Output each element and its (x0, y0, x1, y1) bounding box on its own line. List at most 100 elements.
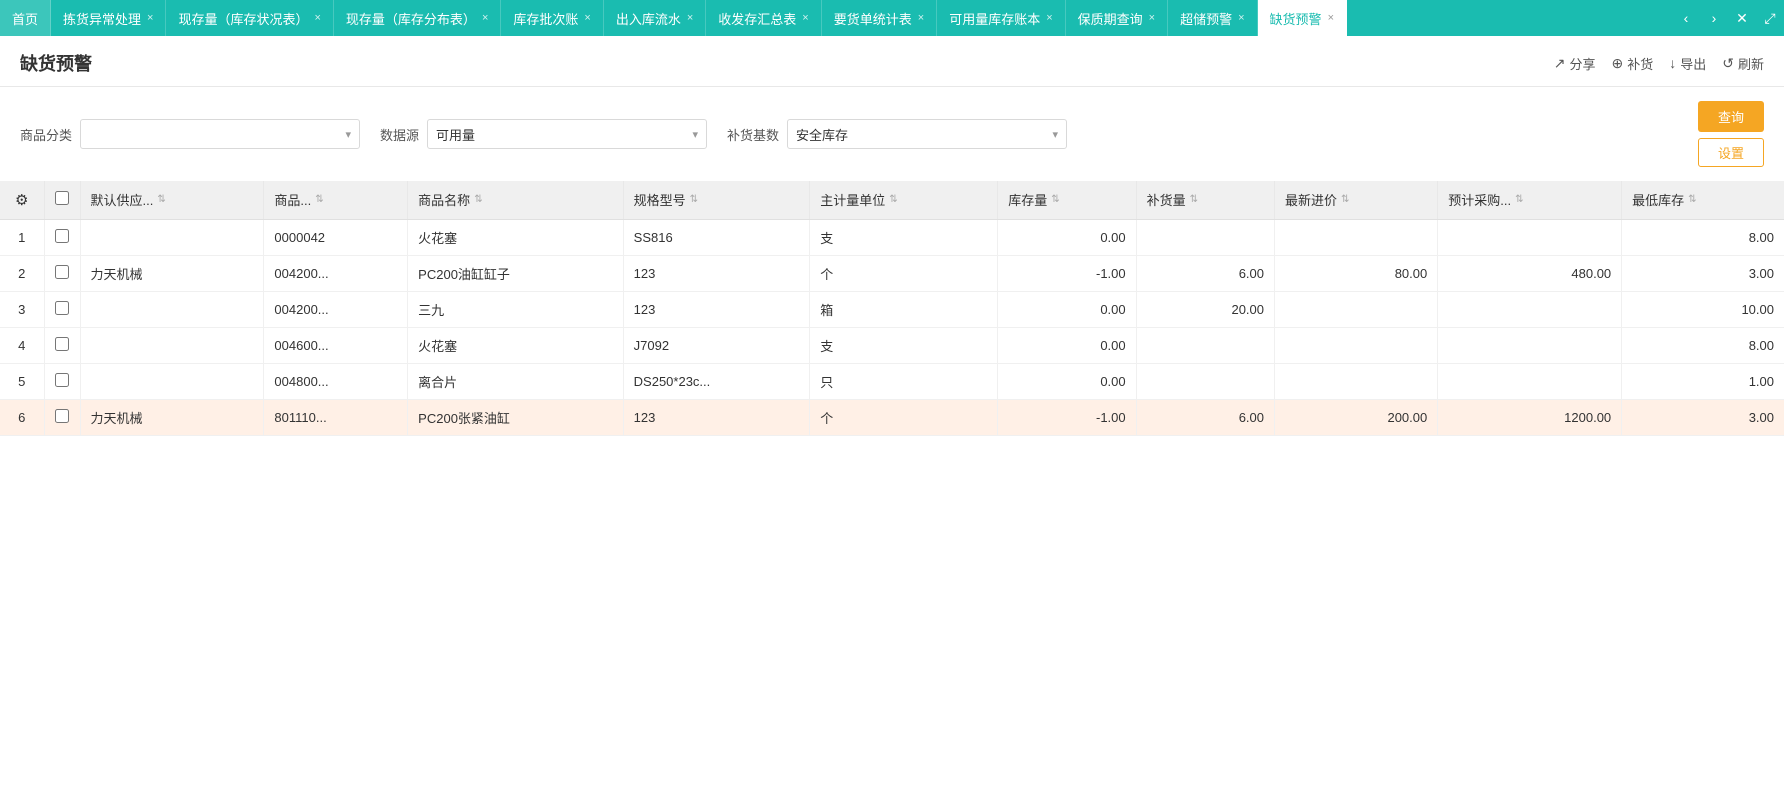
tab-label: 现存量（库存状况表） (178, 9, 308, 28)
row-latest-price (1275, 219, 1438, 255)
row-latest-price (1275, 327, 1438, 363)
row-checkbox[interactable] (55, 337, 69, 351)
tab-close-collect-summary[interactable]: × (802, 12, 808, 24)
row-stock-qty: 0.00 (998, 327, 1136, 363)
row-estimated-purchase (1438, 363, 1622, 399)
row-estimated-purchase: 480.00 (1438, 255, 1622, 291)
tab-item-available-account[interactable]: 可用量库存账本× (937, 0, 1065, 36)
tab-label: 要货单统计表 (834, 9, 912, 28)
share-button[interactable]: ↗ 分享 (1554, 54, 1596, 73)
sort-icon-default-supplier: ⇅ (157, 194, 165, 205)
th-product-name[interactable]: 商品名称 ⇅ (408, 181, 623, 219)
row-product-name: PC200油缸缸子 (408, 255, 623, 291)
tab-label: 库存批次账 (513, 9, 578, 28)
th-checkbox[interactable] (44, 181, 80, 219)
row-spec-model: SS816 (623, 219, 810, 255)
tab-close-all[interactable]: ✕ (1728, 0, 1756, 36)
tab-close-req-stats[interactable]: × (918, 12, 924, 24)
row-spec-model: J7092 (623, 327, 810, 363)
settings-button[interactable]: 设置 (1698, 138, 1764, 167)
row-spec-model: DS250*23c... (623, 363, 810, 399)
tab-maximize[interactable]: ⤢ (1756, 0, 1784, 36)
row-checkbox[interactable] (55, 301, 69, 315)
tab-close-abnormal[interactable]: × (147, 12, 153, 24)
row-supplier (80, 219, 264, 255)
row-min-stock: 1.00 (1622, 363, 1784, 399)
row-latest-price: 200.00 (1275, 399, 1438, 435)
sort-icon-unit: ⇅ (889, 194, 897, 205)
row-supplier (80, 327, 264, 363)
export-button[interactable]: ↓ 导出 (1669, 54, 1706, 73)
th-default-supplier[interactable]: 默认供应... ⇅ (80, 181, 264, 219)
th-spec-model[interactable]: 规格型号 ⇅ (623, 181, 810, 219)
replenish-button[interactable]: ⊕ 补货 (1611, 54, 1653, 73)
replenish-basis-select[interactable]: 安全库存 ▾ (787, 119, 1067, 149)
tab-label: 首页 (12, 9, 38, 28)
tab-item-inventory-status[interactable]: 现存量（库存状况表） × (166, 0, 333, 36)
tab-item-abnormal[interactable]: 拣货异常处理× (51, 0, 166, 36)
th-settings[interactable]: ⚙ (0, 181, 44, 219)
tab-item-overstock[interactable]: 超储预警× (1168, 0, 1257, 36)
th-product-code[interactable]: 商品... ⇅ (264, 181, 408, 219)
row-num: 4 (0, 327, 44, 363)
tab-item-collect-summary[interactable]: 收发存汇总表× (706, 0, 821, 36)
datasource-select[interactable]: 可用量 ▾ (427, 119, 707, 149)
row-stock-qty: 0.00 (998, 219, 1136, 255)
row-checkbox-cell[interactable] (44, 291, 80, 327)
row-latest-price (1275, 363, 1438, 399)
category-select[interactable]: ▾ (80, 119, 360, 149)
tab-scroll-right[interactable]: › (1700, 0, 1728, 36)
row-spec-model: 123 (623, 291, 810, 327)
th-latest-price-label: 最新进价 (1285, 190, 1337, 209)
page-title: 缺货预警 (20, 50, 92, 76)
row-checkbox[interactable] (55, 373, 69, 387)
th-estimated-purchase[interactable]: 预计采购... ⇅ (1438, 181, 1622, 219)
tab-item-req-stats[interactable]: 要货单统计表 × (822, 0, 937, 36)
row-checkbox-cell[interactable] (44, 327, 80, 363)
tab-item-batch-account[interactable]: 库存批次账 × (501, 0, 603, 36)
table-row: 5 004800... 离合片 DS250*23c... 只 0.00 1.00 (0, 363, 1784, 399)
tab-item-shortage[interactable]: 缺货预警 × (1258, 0, 1347, 36)
export-label: 导出 (1680, 54, 1706, 73)
select-all-checkbox[interactable] (55, 191, 69, 205)
tab-item-expiry-query[interactable]: 保质期查询× (1066, 0, 1168, 36)
row-replenish-qty: 20.00 (1136, 291, 1274, 327)
row-replenish-qty (1136, 219, 1274, 255)
row-num: 5 (0, 363, 44, 399)
tab-scroll-left[interactable]: ‹ (1672, 0, 1700, 36)
row-product-code: 004200... (264, 291, 408, 327)
row-stock-qty: 0.00 (998, 291, 1136, 327)
th-replenish-qty[interactable]: 补货量 ⇅ (1136, 181, 1274, 219)
row-checkbox-cell[interactable] (44, 219, 80, 255)
th-latest-price[interactable]: 最新进价 ⇅ (1275, 181, 1438, 219)
tab-item-inout-flow[interactable]: 出入库流水× (604, 0, 706, 36)
tab-close-inout-flow[interactable]: × (687, 12, 693, 24)
tab-item-inventory-dist[interactable]: 现存量（库存分布表）× (334, 0, 501, 36)
category-filter-group: 商品分类 ▾ (20, 119, 360, 149)
refresh-button[interactable]: ↺ 刷新 (1722, 54, 1764, 73)
row-checkbox-cell[interactable] (44, 363, 80, 399)
th-min-stock[interactable]: 最低库存 ⇅ (1622, 181, 1784, 219)
tab-close-inventory-dist[interactable]: × (482, 12, 488, 24)
replenish-basis-label: 补货基数 (727, 125, 779, 144)
tab-item-home[interactable]: 首页 (0, 0, 51, 36)
datasource-label: 数据源 (380, 125, 419, 144)
th-stock-qty[interactable]: 库存量 ⇅ (998, 181, 1136, 219)
tab-close-available-account[interactable]: × (1046, 12, 1052, 24)
row-checkbox[interactable] (55, 265, 69, 279)
tab-close-inventory-status[interactable]: × (314, 12, 320, 24)
tab-close-shortage[interactable]: × (1328, 12, 1334, 24)
tab-label: 缺货预警 (1270, 9, 1322, 28)
tab-close-overstock[interactable]: × (1238, 12, 1244, 24)
row-unit: 支 (810, 327, 998, 363)
th-unit[interactable]: 主计量单位 ⇅ (810, 181, 998, 219)
query-button[interactable]: 查询 (1698, 101, 1764, 132)
tab-close-batch-account[interactable]: × (584, 12, 590, 24)
tab-close-expiry-query[interactable]: × (1149, 12, 1155, 24)
row-checkbox-cell[interactable] (44, 255, 80, 291)
row-checkbox[interactable] (55, 229, 69, 243)
row-unit: 支 (810, 219, 998, 255)
row-checkbox[interactable] (55, 409, 69, 423)
row-checkbox-cell[interactable] (44, 399, 80, 435)
table-row: 3 004200... 三九 123 箱 0.00 20.00 10.00 (0, 291, 1784, 327)
